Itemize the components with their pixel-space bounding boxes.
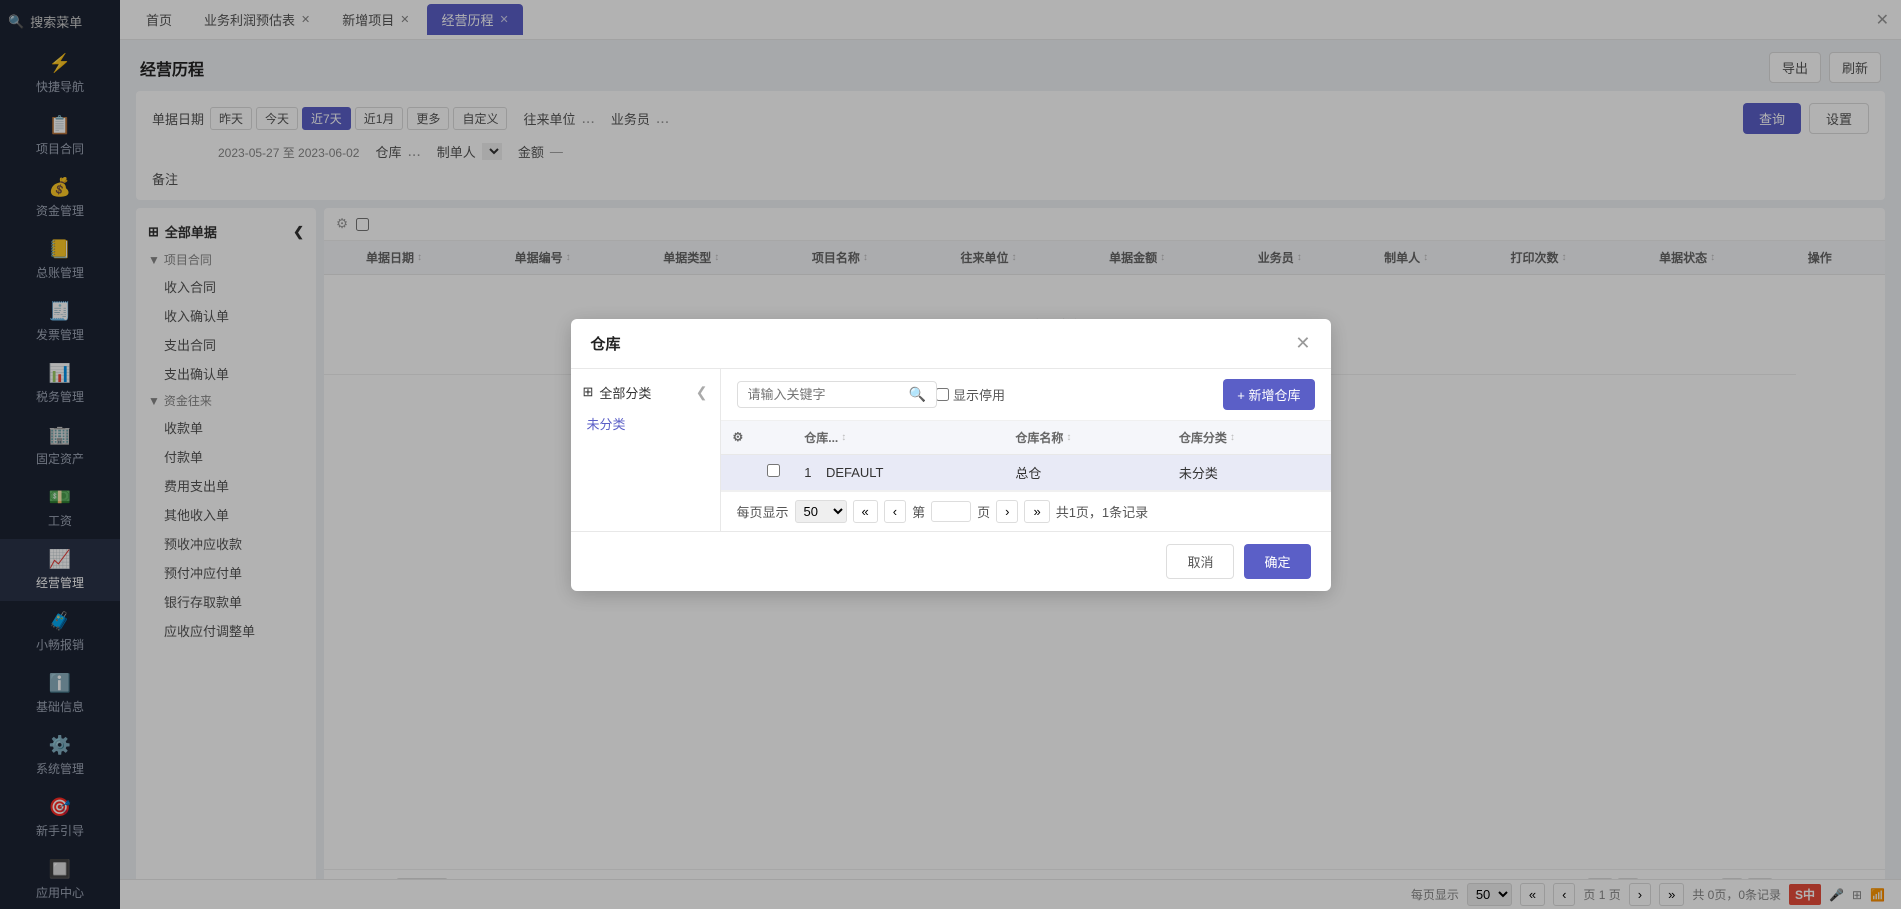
- modal-page-size-select[interactable]: 50 100: [795, 500, 847, 523]
- confirm-button[interactable]: 确定: [1244, 544, 1310, 579]
- modal-table-container: ⚙ 仓库...↕ 仓库名称↕ 仓库分类↕: [721, 421, 1331, 491]
- warehouse-search-input[interactable]: [737, 381, 937, 408]
- show-disabled-checkbox[interactable]: [936, 388, 949, 401]
- modal-body: ⊞ 全部分类 ❮ 未分类 🔍: [571, 369, 1331, 531]
- modal-first-page-btn[interactable]: «: [853, 500, 878, 523]
- cancel-button[interactable]: 取消: [1166, 544, 1234, 579]
- warehouse-modal: 仓库 ✕ ⊞ 全部分类 ❮ 未分类: [571, 319, 1331, 591]
- modal-sidebar-item-uncategorized[interactable]: 未分类: [571, 408, 720, 439]
- modal-toolbar: 🔍 显示停用 + 新增仓库: [721, 369, 1331, 421]
- modal-footer-actions: 取消 确定: [571, 531, 1331, 591]
- row-category: 未分类: [1167, 454, 1331, 490]
- modal-overlay: 仓库 ✕ ⊞ 全部分类 ❮ 未分类: [0, 0, 1901, 909]
- modal-last-page-btn[interactable]: »: [1024, 500, 1049, 523]
- add-warehouse-button[interactable]: + 新增仓库: [1223, 379, 1314, 410]
- modal-page-input[interactable]: 1: [931, 501, 971, 522]
- modal-th-category: 仓库分类↕: [1167, 421, 1331, 455]
- modal-sidebar-all[interactable]: ⊞ 全部分类 ❮: [571, 377, 720, 408]
- row-name: 总仓: [1003, 454, 1167, 490]
- modal-th-settings: ⚙: [721, 421, 756, 455]
- modal-th-code: 仓库...↕: [792, 421, 1003, 455]
- search-button[interactable]: 🔍: [909, 386, 926, 403]
- search-container: 🔍: [737, 381, 926, 408]
- show-disabled-label[interactable]: 显示停用: [936, 385, 1005, 404]
- modal-th-checkbox: [755, 421, 792, 455]
- modal-table: ⚙ 仓库...↕ 仓库名称↕ 仓库分类↕: [721, 421, 1331, 491]
- modal-sidebar-scroller: [571, 439, 720, 523]
- modal-collapse-icon[interactable]: ❮: [696, 384, 708, 401]
- modal-sidebar: ⊞ 全部分类 ❮ 未分类: [571, 369, 721, 531]
- modal-main: 🔍 显示停用 + 新增仓库 ⚙: [721, 369, 1331, 531]
- modal-close-button[interactable]: ✕: [1295, 333, 1310, 354]
- row-index: 1 DEFAULT: [792, 454, 1003, 490]
- modal-footer-pagination: 每页显示 50 100 « ‹ 第 1 页 › » 共1页，1条记录: [721, 491, 1331, 531]
- row-settings: [721, 454, 756, 490]
- modal-table-row[interactable]: 1 DEFAULT 总仓 未分类: [721, 454, 1331, 490]
- modal-th-name: 仓库名称↕: [1003, 421, 1167, 455]
- modal-prev-page-btn[interactable]: ‹: [884, 500, 906, 523]
- modal-next-page-btn[interactable]: ›: [996, 500, 1018, 523]
- grid-icon-modal: ⊞: [583, 384, 594, 400]
- modal-title: 仓库: [591, 333, 621, 354]
- modal-header: 仓库 ✕: [571, 319, 1331, 369]
- row-checkbox[interactable]: [767, 464, 780, 477]
- row-checkbox-cell: [755, 454, 792, 490]
